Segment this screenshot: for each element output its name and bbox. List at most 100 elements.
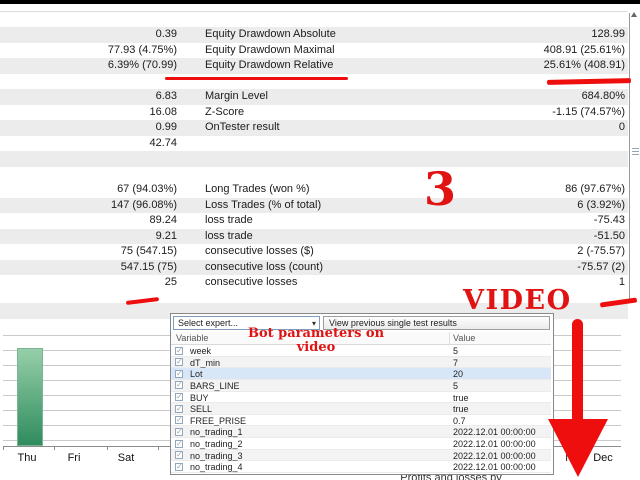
- param-value: 2022.12.01 00:00:00: [453, 450, 536, 461]
- stat-left-value: [0, 74, 177, 90]
- value-column-header: Value: [453, 333, 476, 343]
- param-row[interactable]: ✓ FREE_PRISE 0.7: [171, 414, 551, 427]
- checkbox-icon[interactable]: ✓: [175, 369, 183, 378]
- green-bar-thu: [17, 348, 43, 446]
- param-value: 2022.12.01 00:00:00: [453, 462, 536, 473]
- stat-right-value: [435, 151, 628, 167]
- param-row[interactable]: ✓ no_trading_2 2022.12.01 00:00:00: [171, 438, 551, 450]
- stat-right-value: 25.61% (408.91): [543, 59, 625, 71]
- stat-label: consecutive losses: [205, 276, 298, 288]
- check-mark-icon: ✓: [176, 450, 183, 460]
- stats-row: [0, 151, 628, 167]
- param-row[interactable]: ✓ no_trading_3 2022.12.01 00:00:00: [171, 449, 551, 462]
- strategy-tester-report: 0.39 Equity Drawdown Absolute 128.99 77.…: [0, 0, 640, 480]
- checkbox-icon[interactable]: ✓: [175, 403, 183, 413]
- check-mark-icon: ✓: [176, 461, 183, 471]
- check-mark-icon: ✓: [176, 403, 183, 413]
- param-row[interactable]: ✓ BARS_LINE 5: [171, 379, 551, 392]
- param-value: 5: [453, 346, 459, 356]
- stat-right-value: -75.57 (2): [577, 260, 625, 273]
- checkbox-icon[interactable]: ✓: [175, 439, 183, 448]
- stat-label: [205, 151, 435, 167]
- stat-left-value: [0, 167, 177, 183]
- stat-label: Loss Trades (% of total): [205, 198, 322, 211]
- checkbox-icon[interactable]: ✓: [175, 392, 183, 401]
- stat-label: loss trade: [205, 214, 253, 226]
- axis-tick: [107, 447, 108, 450]
- stats-row: 16.08 Z-Score -1.15 (74.57%): [0, 104, 628, 120]
- stat-left-value: 89.24: [149, 214, 177, 226]
- scrollbar-up-icon[interactable]: [631, 12, 637, 17]
- param-name: no_trading_3: [190, 450, 243, 461]
- stat-right-value: -51.50: [593, 229, 625, 242]
- stat-right-value: -1.15 (74.57%): [552, 105, 625, 118]
- param-row[interactable]: ✓ Lot 20: [171, 368, 551, 380]
- x-label-thu: Thu: [17, 452, 37, 464]
- stat-left-value: 6.83: [155, 90, 177, 102]
- stats-row: 67 (94.03%) Long Trades (won %) 86 (97.6…: [0, 182, 628, 198]
- param-value: true: [453, 392, 469, 403]
- stat-label: consecutive loss (count): [205, 260, 323, 273]
- stat-label: [205, 167, 435, 183]
- stat-label: Z-Score: [205, 105, 245, 118]
- stat-left-value: 75 (547.15): [120, 245, 177, 257]
- check-mark-icon: ✓: [176, 415, 183, 425]
- stat-right-value: 86 (97.67%): [565, 183, 625, 195]
- scrollbar-grip-icon[interactable]: [632, 148, 639, 156]
- param-name: BARS_LINE: [190, 380, 240, 391]
- checkbox-icon[interactable]: ✓: [175, 346, 183, 355]
- stat-left-value: [0, 303, 177, 319]
- param-row[interactable]: ✓ no_trading_1 2022.12.01 00:00:00: [171, 426, 551, 438]
- param-row[interactable]: ✓ dT_min 7: [171, 356, 551, 369]
- checkbox-icon[interactable]: ✓: [175, 415, 183, 425]
- stats-row: 547.15 (75) consecutive loss (count) -75…: [0, 259, 628, 275]
- param-name: SELL: [190, 404, 213, 415]
- param-name: no_trading_1: [190, 427, 243, 438]
- stats-row: [0, 73, 628, 90]
- stat-left-value: 6.39% (70.99): [107, 59, 177, 71]
- stats-row: 0.99 OnTester result 0: [0, 120, 628, 136]
- stats-row: 147 (96.08%) Loss Trades (% of total) 6 …: [0, 197, 628, 213]
- stat-label: Equity Drawdown Relative: [205, 59, 334, 71]
- stat-left-value: 0.39: [155, 28, 177, 40]
- checkbox-icon[interactable]: ✓: [175, 461, 183, 471]
- checkbox-icon[interactable]: ✓: [175, 357, 183, 367]
- param-name: dT_min: [190, 357, 221, 368]
- stat-label: Margin Level: [205, 90, 268, 102]
- stats-row: 9.21 loss trade -51.50: [0, 228, 628, 244]
- scrollbar-track[interactable]: [629, 13, 630, 303]
- stat-label: Equity Drawdown Maximal: [205, 43, 335, 56]
- annotation-big-3: 3: [424, 162, 457, 216]
- stat-right-value: [435, 136, 628, 152]
- param-row[interactable]: ✓ BUY true: [171, 391, 551, 404]
- stat-left-value: [0, 151, 177, 167]
- stats-row: 89.24 loss trade -75.43: [0, 213, 628, 229]
- param-row[interactable]: ✓ no_trading_4 2022.12.01 00:00:00: [171, 461, 551, 473]
- stats-row: 6.83 Margin Level 684.80%: [0, 89, 628, 105]
- stat-left-value: 16.08: [149, 105, 177, 118]
- param-row[interactable]: ✓ SELL true: [171, 403, 551, 415]
- red-arrow-down-icon: [548, 419, 608, 477]
- stat-right-value: [435, 167, 628, 183]
- stat-left-value: 42.74: [149, 136, 177, 149]
- red-underline-relative-drawdown: [165, 76, 348, 80]
- param-value: 0.7: [453, 415, 466, 426]
- stats-row: [0, 166, 628, 183]
- checkbox-icon[interactable]: ✓: [175, 380, 183, 390]
- param-value: 5: [453, 380, 459, 391]
- checkbox-icon[interactable]: ✓: [175, 427, 183, 436]
- stat-left-value: 77.93 (4.75%): [107, 43, 177, 56]
- checkbox-icon[interactable]: ✓: [175, 450, 183, 460]
- annotation-line1: Bot parameters on: [247, 326, 385, 341]
- param-value: true: [453, 404, 469, 415]
- param-value: 2022.12.01 00:00:00: [453, 427, 536, 438]
- param-name: FREE_PRISE: [190, 415, 247, 426]
- stat-left-value: 147 (96.08%): [110, 198, 177, 211]
- variable-column-header: Variable: [176, 333, 209, 343]
- param-name: BUY: [190, 392, 209, 403]
- stat-left-value: 0.99: [155, 121, 177, 133]
- check-mark-icon: ✓: [176, 357, 183, 367]
- annotation-video: VIDEO: [463, 285, 572, 316]
- stats-row: 77.93 (4.75%) Equity Drawdown Maximal 40…: [0, 42, 628, 58]
- axis-tick: [158, 447, 159, 450]
